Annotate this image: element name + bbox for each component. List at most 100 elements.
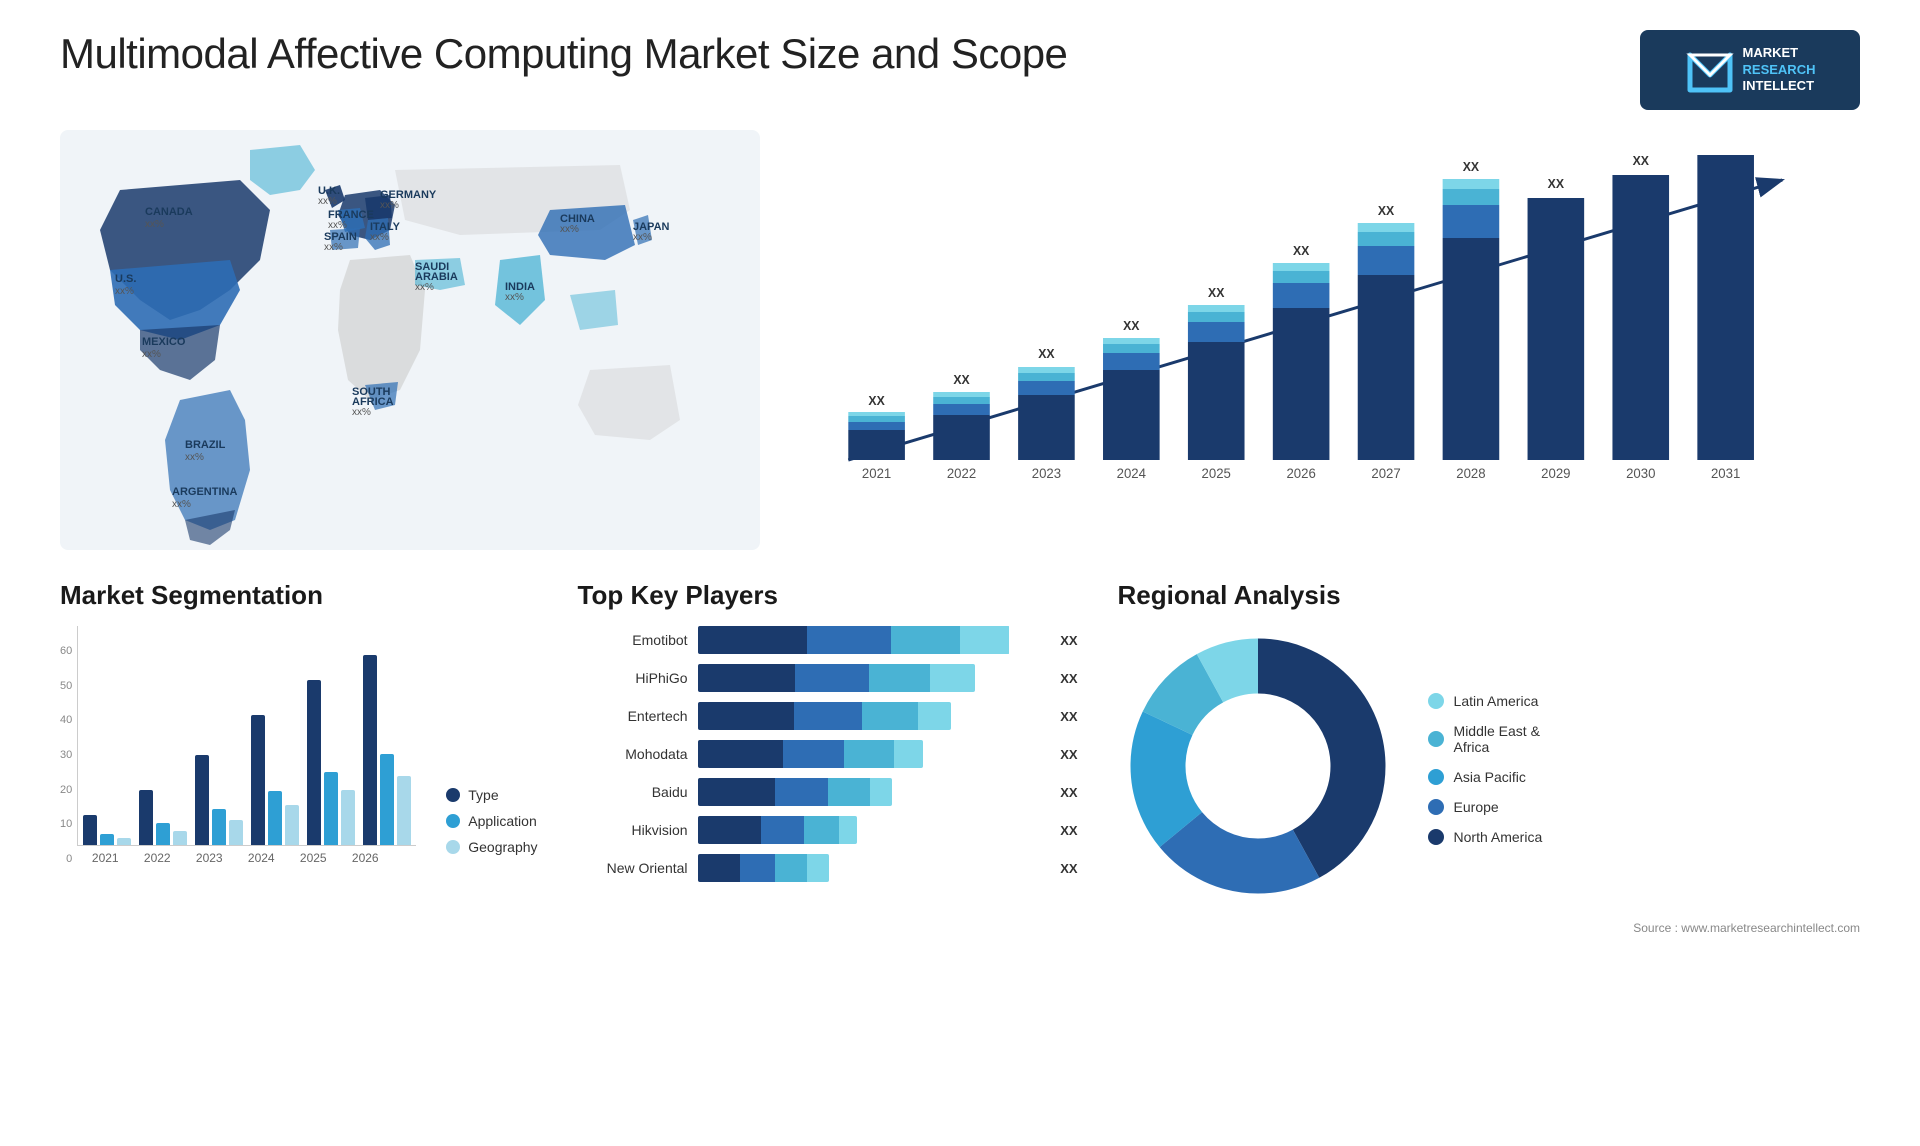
player-row-emotibot: Emotibot XX (578, 626, 1078, 654)
svg-text:xx%: xx% (172, 499, 191, 510)
seg-x-2026: 2026 (339, 851, 391, 865)
reg-legend-asia-pacific: Asia Pacific (1428, 769, 1543, 785)
segmentation-container: Market Segmentation 60 50 40 30 20 10 0 (60, 580, 538, 935)
bar-chart-container: XX XX XX (800, 130, 1860, 550)
player-row-hikvision: Hikvision XX (578, 816, 1078, 844)
reg-legend-europe: Europe (1428, 799, 1543, 815)
seg-bar-group-2024 (251, 715, 299, 845)
player-bar-outer (698, 702, 1045, 730)
bar-chart-svg: XX XX XX (820, 150, 1820, 510)
player-name: Entertech (578, 708, 688, 724)
svg-text:XX: XX (1123, 319, 1140, 333)
player-bar-outer (698, 626, 1045, 654)
reg-label-europe: Europe (1454, 799, 1499, 815)
svg-text:2026: 2026 (1286, 466, 1315, 481)
svg-text:2024: 2024 (1117, 466, 1147, 481)
player-bar-outer (698, 740, 1045, 768)
segmentation-title: Market Segmentation (60, 580, 538, 611)
svg-text:xx%: xx% (328, 220, 347, 231)
reg-legend-middle-east: Middle East &Africa (1428, 723, 1543, 755)
seg-legend: Type Application Geography (446, 787, 537, 865)
players-title: Top Key Players (578, 580, 1078, 611)
svg-text:xx%: xx% (145, 219, 164, 230)
canada-label: CANADA (145, 206, 193, 218)
player-name: Baidu (578, 784, 688, 800)
player-name: New Oriental (578, 860, 688, 876)
legend-application: Application (446, 813, 537, 829)
us-label: U.S. (115, 273, 136, 285)
brazil-label: BRAZIL (185, 439, 226, 451)
svg-text:xx%: xx% (415, 282, 434, 293)
reg-label-mea: Middle East &Africa (1454, 723, 1540, 755)
reg-dot-apac (1428, 769, 1444, 785)
seg-bar-group-2023 (195, 755, 243, 845)
legend-app-dot (446, 814, 460, 828)
svg-text:xx%: xx% (370, 232, 389, 243)
seg-x-2024: 2024 (235, 851, 287, 865)
reg-legend-latin-america: Latin America (1428, 693, 1543, 709)
svg-text:XX: XX (1633, 154, 1650, 168)
mexico-label: MEXICO (142, 336, 186, 348)
svg-text:xx%: xx% (115, 286, 134, 297)
svg-text:xx%: xx% (633, 232, 652, 243)
player-name: Mohodata (578, 746, 688, 762)
seg-x-2023: 2023 (183, 851, 235, 865)
seg-bar-group-2022 (139, 790, 187, 845)
player-name: HiPhiGo (578, 670, 688, 686)
svg-text:xx%: xx% (505, 292, 524, 303)
svg-text:XX: XX (1548, 177, 1565, 191)
svg-text:xx%: xx% (142, 349, 161, 360)
svg-text:2027: 2027 (1371, 466, 1400, 481)
player-row-mohodata: Mohodata XX (578, 740, 1078, 768)
reg-legend-north-america: North America (1428, 829, 1543, 845)
svg-text:2021: 2021 (862, 466, 891, 481)
svg-text:xx%: xx% (352, 407, 371, 418)
reg-label-na: North America (1454, 829, 1543, 845)
player-name: Hikvision (578, 822, 688, 838)
page-title: Multimodal Affective Computing Market Si… (60, 30, 1067, 78)
argentina-label: ARGENTINA (172, 486, 237, 498)
svg-text:xx%: xx% (560, 224, 579, 235)
reg-label-latin: Latin America (1454, 693, 1539, 709)
donut-svg-wrap (1118, 626, 1398, 911)
legend-geography: Geography (446, 839, 537, 855)
header: Multimodal Affective Computing Market Si… (60, 30, 1860, 110)
seg-geo-bar (117, 838, 131, 845)
bottom-section: Market Segmentation 60 50 40 30 20 10 0 (60, 580, 1860, 935)
seg-x-2022: 2022 (131, 851, 183, 865)
map-container: CANADA xx% U.S. xx% MEXICO xx% BRAZIL xx… (60, 130, 760, 550)
seg-x-2025: 2025 (287, 851, 339, 865)
svg-text:XX: XX (953, 373, 970, 387)
svg-text:xx%: xx% (380, 200, 399, 211)
svg-text:XX: XX (1293, 244, 1310, 258)
seg-bar-group-2025 (307, 680, 355, 845)
seg-bar-group-2021 (83, 815, 131, 845)
world-map-svg: CANADA xx% U.S. xx% MEXICO xx% BRAZIL xx… (60, 130, 760, 550)
donut-area: Latin America Middle East &Africa Asia P… (1118, 626, 1860, 911)
logo-area: MARKET RESEARCH INTELLECT (1640, 30, 1860, 110)
seg-y-axis: 60 50 40 30 20 10 0 (60, 645, 77, 865)
legend-type-dot (446, 788, 460, 802)
svg-text:2023: 2023 (1032, 466, 1061, 481)
player-bar-outer (698, 816, 1045, 844)
svg-text:2025: 2025 (1202, 466, 1231, 481)
players-container: Top Key Players Emotibot XX HiPhiGo (578, 580, 1078, 935)
player-name: Emotibot (578, 632, 688, 648)
regional-container: Regional Analysis (1118, 580, 1860, 935)
logo-box: MARKET RESEARCH INTELLECT (1640, 30, 1860, 110)
player-row-hiphigo: HiPhiGo XX (578, 664, 1078, 692)
reg-dot-latin (1428, 693, 1444, 709)
svg-text:2029: 2029 (1541, 466, 1570, 481)
page: Multimodal Affective Computing Market Si… (0, 0, 1920, 1146)
svg-text:xx%: xx% (185, 452, 204, 463)
top-section: CANADA xx% U.S. xx% MEXICO xx% BRAZIL xx… (60, 130, 1860, 550)
svg-text:xx%: xx% (324, 242, 343, 253)
player-row-neworiental: New Oriental XX (578, 854, 1078, 882)
bar-chart-area: XX XX XX (820, 150, 1820, 470)
svg-text:XX: XX (1463, 160, 1480, 174)
reg-label-apac: Asia Pacific (1454, 769, 1526, 785)
logo-icon (1685, 45, 1735, 95)
player-row-entertech: Entertech XX (578, 702, 1078, 730)
svg-text:XX: XX (1038, 347, 1055, 361)
player-bar-outer (698, 664, 1045, 692)
